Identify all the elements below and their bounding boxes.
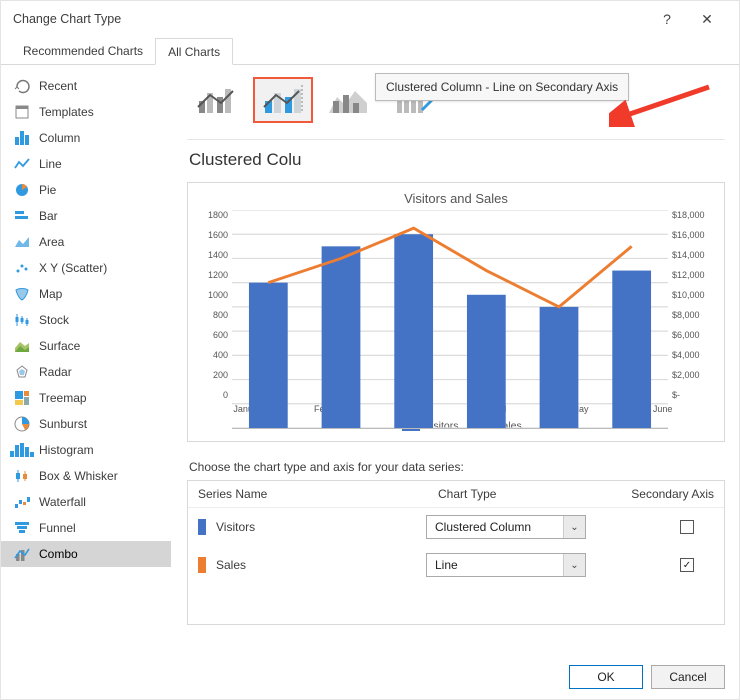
help-button[interactable]: ? — [647, 5, 687, 33]
sidebar-item-surface[interactable]: Surface — [1, 333, 171, 359]
sidebar-item-label: Histogram — [39, 443, 94, 457]
chart-type-icon — [13, 389, 31, 407]
sidebar-item-label: Treemap — [39, 391, 87, 405]
series-swatch — [198, 557, 206, 573]
sidebar-item-label: Sunburst — [39, 417, 87, 431]
dialog-body: Recent Templates Column Line Pie Bar Area X Y (… — [1, 65, 739, 655]
sidebar-item-sunburst[interactable]: Sunburst — [1, 411, 171, 437]
sidebar-item-label: Column — [39, 131, 80, 145]
combo-subtype-3[interactable] — [319, 77, 379, 123]
chart-type-icon — [13, 311, 31, 329]
series-header: Series Name Chart Type Secondary Axis — [188, 481, 724, 508]
chart-type-icon — [13, 155, 31, 173]
chart-type-icon — [13, 103, 31, 121]
plot-area — [232, 210, 668, 429]
sidebar-item-area[interactable]: Area — [1, 229, 171, 255]
sidebar-item-recent[interactable]: Recent — [1, 73, 171, 99]
sidebar-item-column[interactable]: Column — [1, 125, 171, 151]
series-name: Visitors — [216, 520, 396, 534]
chart-type-icon — [13, 285, 31, 303]
callout-arrow — [609, 77, 719, 127]
series-row-sales: Sales Line⌄ ✓ — [188, 546, 724, 584]
chart-type-icon — [13, 467, 31, 485]
series-chart-type-select[interactable]: Line⌄ — [426, 553, 586, 577]
sidebar-item-label: Pie — [39, 183, 56, 197]
secondary-axis-checkbox[interactable]: ✓ — [680, 558, 694, 572]
chart-type-icon — [13, 259, 31, 277]
sidebar-item-radar[interactable]: Radar — [1, 359, 171, 385]
chart-type-icon — [13, 77, 31, 95]
sidebar-item-label: Waterfall — [39, 495, 86, 509]
sidebar-item-label: X Y (Scatter) — [39, 261, 107, 275]
sidebar-item-label: Bar — [39, 209, 58, 223]
sidebar-item-box-whisker[interactable]: Box & Whisker — [1, 463, 171, 489]
sidebar-item-funnel[interactable]: Funnel — [1, 515, 171, 541]
change-chart-type-dialog: Change Chart Type ? ✕ Recommended Charts… — [0, 0, 740, 700]
titlebar: Change Chart Type ? ✕ — [1, 1, 739, 37]
secondary-y-axis: $18,000$16,000$14,000$12,000$10,000$8,00… — [668, 210, 714, 400]
sidebar-item-label: Box & Whisker — [39, 469, 118, 483]
series-swatch — [198, 519, 206, 535]
sidebar-item-label: Recent — [39, 79, 77, 93]
subtype-title: Clustered Colu — [189, 150, 725, 170]
secondary-axis-checkbox[interactable] — [680, 520, 694, 534]
tab-all-charts[interactable]: All Charts — [155, 38, 233, 65]
chevron-down-icon: ⌄ — [563, 516, 585, 538]
combo-subtype-2[interactable]: Clustered Column - Line on Secondary Axi… — [253, 77, 313, 123]
sidebar-item-histogram[interactable]: Histogram — [1, 437, 171, 463]
chart-type-icon — [13, 207, 31, 225]
series-chart-type-select[interactable]: Clustered Column⌄ — [426, 515, 586, 539]
series-panel-label: Choose the chart type and axis for your … — [189, 460, 725, 474]
chart-config-panel: Clustered Column - Line on Secondary Axi… — [171, 65, 739, 655]
sidebar-item-label: Radar — [39, 365, 72, 379]
cancel-button[interactable]: Cancel — [651, 665, 725, 689]
chart-type-icon — [13, 181, 31, 199]
chart-preview[interactable]: Visitors and Sales 180016001400120010008… — [187, 182, 725, 442]
sidebar-item-label: Combo — [39, 547, 78, 561]
series-row-visitors: Visitors Clustered Column⌄ — [188, 508, 724, 546]
chart-type-icon — [13, 337, 31, 355]
dialog-footer: OK Cancel — [1, 655, 739, 699]
sidebar-item-pie[interactable]: Pie — [1, 177, 171, 203]
chart-type-icon — [13, 233, 31, 251]
sidebar-item-label: Stock — [39, 313, 69, 327]
subtype-tooltip: Clustered Column - Line on Secondary Axi… — [375, 73, 629, 101]
chart-category-sidebar: Recent Templates Column Line Pie Bar Area X Y (… — [1, 65, 171, 655]
chart-type-icon — [13, 363, 31, 381]
chart-type-icon — [13, 545, 31, 563]
sidebar-item-line[interactable]: Line — [1, 151, 171, 177]
series-config-box: Series Name Chart Type Secondary Axis Vi… — [187, 480, 725, 625]
primary-y-axis: 180016001400120010008006004002000 — [198, 210, 232, 400]
sidebar-item-bar[interactable]: Bar — [1, 203, 171, 229]
combo-subtype-1[interactable] — [187, 77, 247, 123]
sidebar-item-templates[interactable]: Templates — [1, 99, 171, 125]
sidebar-item-label: Funnel — [39, 521, 76, 535]
sidebar-item-label: Surface — [39, 339, 80, 353]
chart-type-icon — [13, 415, 31, 433]
tab-recommended-charts[interactable]: Recommended Charts — [11, 38, 155, 65]
sidebar-item-label: Templates — [39, 105, 94, 119]
sidebar-item-label: Line — [39, 157, 62, 171]
chart-type-icon — [13, 129, 31, 147]
sidebar-item-label: Area — [39, 235, 64, 249]
series-name: Sales — [216, 558, 396, 572]
chart-type-icon — [13, 519, 31, 537]
chart-title: Visitors and Sales — [198, 191, 714, 206]
ok-button[interactable]: OK — [569, 665, 643, 689]
sidebar-item-combo[interactable]: Combo — [1, 541, 171, 567]
window-title: Change Chart Type — [13, 12, 647, 26]
chart-type-icon — [13, 493, 31, 511]
sidebar-item-x-y-scatter-[interactable]: X Y (Scatter) — [1, 255, 171, 281]
sidebar-item-label: Map — [39, 287, 62, 301]
sidebar-item-map[interactable]: Map — [1, 281, 171, 307]
chevron-down-icon: ⌄ — [563, 554, 585, 576]
close-button[interactable]: ✕ — [687, 5, 727, 34]
chart-type-icon — [13, 441, 31, 459]
sidebar-item-waterfall[interactable]: Waterfall — [1, 489, 171, 515]
sidebar-item-stock[interactable]: Stock — [1, 307, 171, 333]
tab-strip: Recommended Charts All Charts — [1, 37, 739, 65]
sidebar-item-treemap[interactable]: Treemap — [1, 385, 171, 411]
